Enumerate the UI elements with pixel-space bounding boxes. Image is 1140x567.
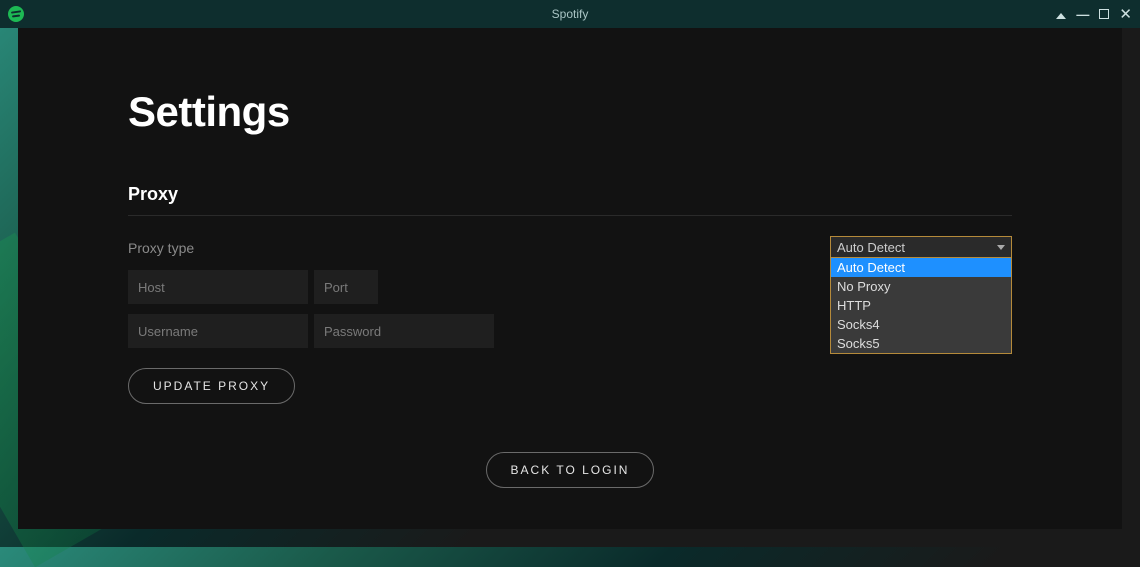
proxy-type-label: Proxy type	[128, 240, 194, 256]
port-input[interactable]	[314, 270, 378, 304]
settings-content: Settings Proxy Proxy type Auto Detect Au…	[18, 28, 1122, 488]
dropdown-option-no-proxy[interactable]: No Proxy	[831, 277, 1011, 296]
footer-row: BACK TO LOGIN	[128, 452, 1012, 488]
proxy-section-title: Proxy	[128, 184, 1012, 216]
app-window: Settings Proxy Proxy type Auto Detect Au…	[18, 28, 1122, 529]
dropdown-option-socks4[interactable]: Socks4	[831, 315, 1011, 334]
chevron-down-icon	[997, 245, 1005, 250]
username-input[interactable]	[128, 314, 308, 348]
spotify-icon	[8, 6, 24, 22]
proxy-type-value: Auto Detect	[837, 240, 905, 255]
window-controls: — ✕	[1056, 7, 1132, 22]
page-title: Settings	[128, 88, 1012, 136]
back-to-login-button[interactable]: BACK TO LOGIN	[486, 452, 655, 488]
proxy-type-select[interactable]: Auto Detect	[830, 236, 1012, 258]
dropdown-option-http[interactable]: HTTP	[831, 296, 1011, 315]
proxy-type-select-wrap: Auto Detect Auto Detect No Proxy HTTP So…	[830, 236, 1012, 258]
proxy-type-dropdown: Auto Detect No Proxy HTTP Socks4 Socks5	[830, 258, 1012, 354]
dropdown-option-socks5[interactable]: Socks5	[831, 334, 1011, 353]
minimize-button[interactable]: —	[1076, 8, 1089, 21]
update-proxy-button[interactable]: UPDATE PROXY	[128, 368, 295, 404]
host-input[interactable]	[128, 270, 308, 304]
dropdown-option-auto-detect[interactable]: Auto Detect	[831, 258, 1011, 277]
proxy-type-row: Proxy type Auto Detect Auto Detect No Pr…	[128, 240, 1012, 256]
close-button[interactable]: ✕	[1119, 7, 1132, 22]
window-title: Spotify	[0, 7, 1140, 21]
titlebar: Spotify — ✕	[0, 0, 1140, 28]
chevron-up-icon[interactable]	[1056, 8, 1066, 21]
maximize-button[interactable]	[1099, 8, 1109, 21]
password-input[interactable]	[314, 314, 494, 348]
